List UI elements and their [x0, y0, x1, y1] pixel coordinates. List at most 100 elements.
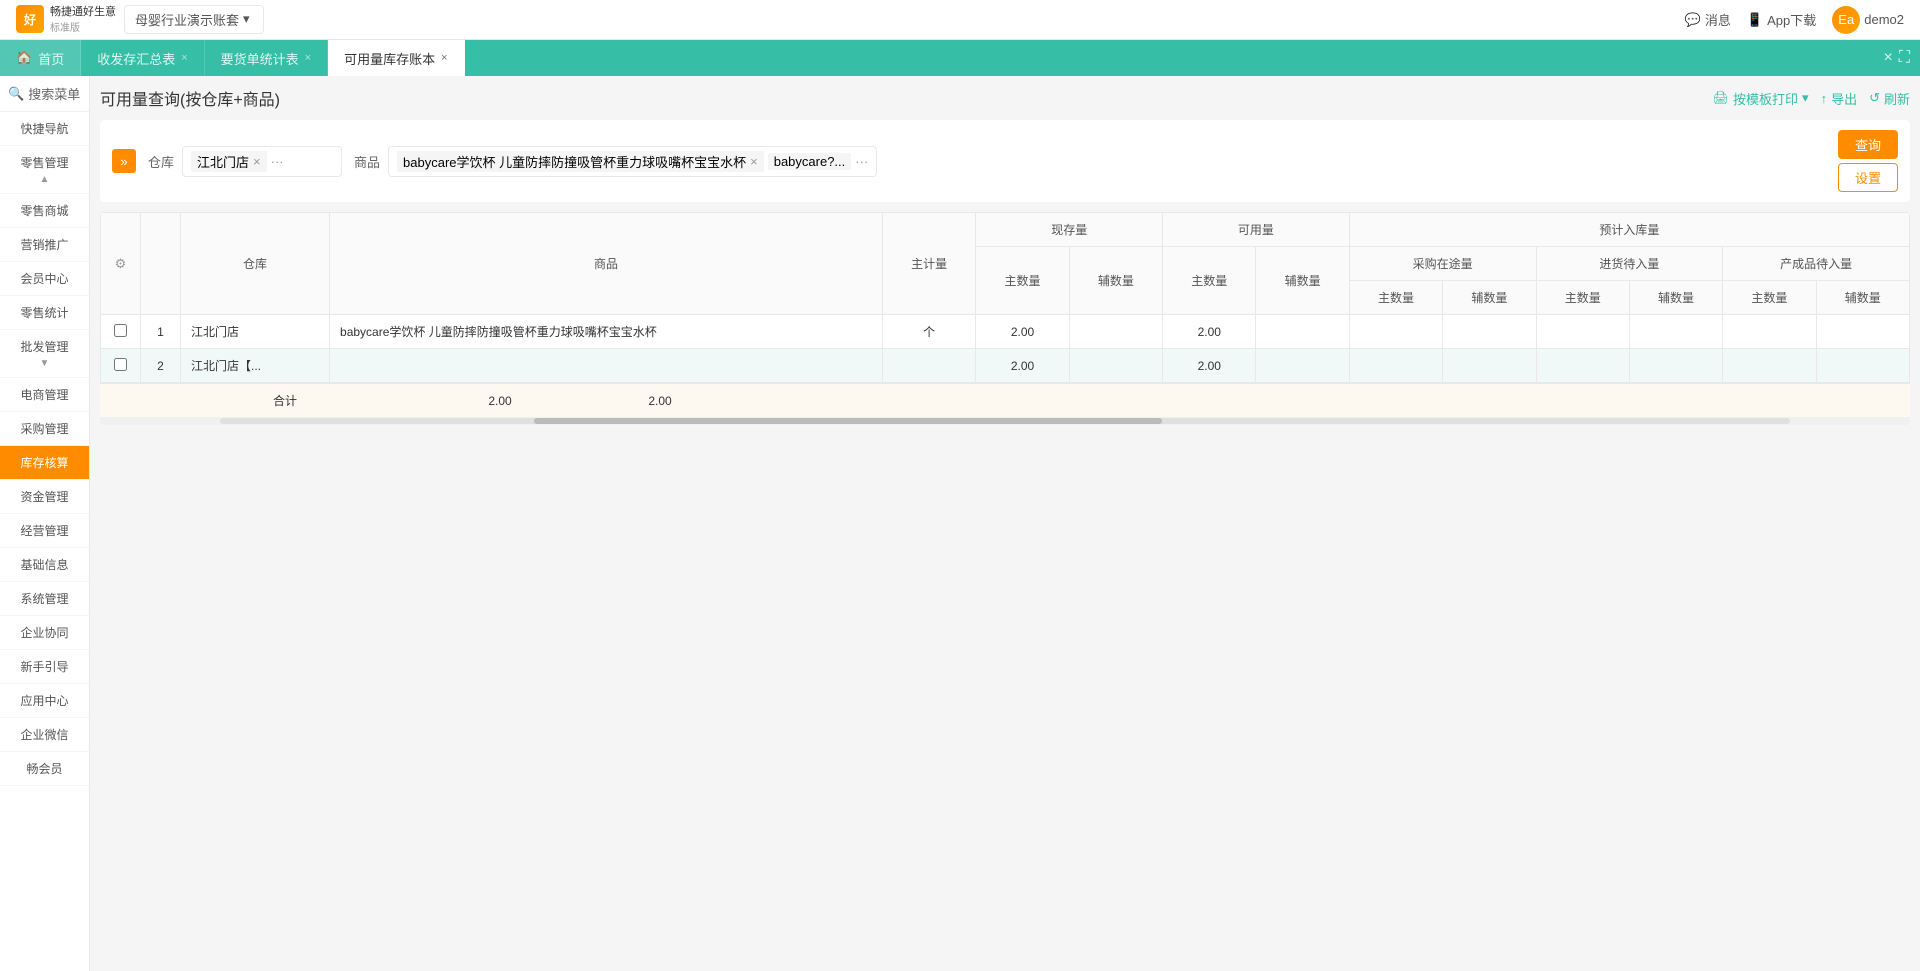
fullscreen-icon[interactable]: ⛶: [1899, 49, 1910, 67]
ecommerce-label: 电商管理: [20, 386, 68, 403]
warehouse-filter-input[interactable]: 江北门店 × ···: [182, 146, 342, 177]
sidebar-item-enterprise-wechat[interactable]: 企业微信: [0, 718, 89, 752]
sidebar-item-member[interactable]: 畅会员: [0, 752, 89, 786]
sidebar-item-finance[interactable]: 资金管理: [0, 480, 89, 514]
sidebar-item-ops-mgmt[interactable]: 经营管理: [0, 514, 89, 548]
warehouse-filter-dots[interactable]: ···: [271, 154, 284, 169]
logo-title: 畅捷通好生意: [50, 5, 116, 19]
cell-checkbox[interactable]: [101, 315, 141, 349]
sidebar-item-new-guide[interactable]: 新手引导: [0, 650, 89, 684]
col-incoming-main-header: 主数量: [1536, 281, 1629, 315]
cell-stock-aux: [1069, 349, 1162, 383]
goods-filter-tag2: babycare?...: [768, 153, 852, 170]
nav-tabs-bar: 🏠 首页 收发存汇总表 × 要货单统计表 × 可用量库存账本 × × ⛶: [0, 40, 1920, 76]
scroll-bar-thumb[interactable]: [534, 418, 1162, 424]
sidebar-item-marketing[interactable]: 营销推广: [0, 228, 89, 262]
export-btn[interactable]: ↑ 导出: [1821, 89, 1858, 108]
app-download-label: App下载: [1767, 10, 1816, 29]
sidebar-item-purchase-mgmt[interactable]: 采购管理: [0, 412, 89, 446]
sidebar-item-retail-stats[interactable]: 零售统计: [0, 296, 89, 330]
main-layout: 🔍 搜索菜单 快捷导航 零售管理 ▲ 零售商城 营销推广 会员中心 零售统计 批…: [0, 76, 1920, 971]
goods-filter-input[interactable]: babycare学饮杯 儿童防摔防撞吸管杯重力球吸嘴杯宝宝水杯 × babyca…: [388, 146, 877, 177]
tab-available-stock[interactable]: 可用量库存账本 ×: [328, 40, 464, 76]
col-stock-aux-header: 辅数量: [1069, 247, 1162, 315]
table-row: 1 江北门店 babycare学饮杯 儿童防摔防撞吸管杯重力球吸嘴杯宝宝水杯 个…: [101, 315, 1910, 349]
tab-order-summary[interactable]: 要货单统计表 ×: [205, 40, 328, 76]
user-area[interactable]: Ea demo2: [1832, 6, 1904, 34]
tab-home[interactable]: 🏠 首页: [0, 40, 81, 76]
col-warehouse-header: 仓库: [181, 213, 330, 315]
cell-production-aux: [1816, 315, 1909, 349]
industry-label: 母婴行业演示账套: [135, 10, 239, 29]
sidebar-search-label: 搜索菜单: [28, 84, 80, 103]
close-all-icon[interactable]: ×: [1883, 49, 1892, 67]
message-btn[interactable]: 💬 消息: [1685, 10, 1731, 29]
warehouse-tag-remove[interactable]: ×: [253, 154, 261, 169]
cell-purchase-main: [1349, 315, 1442, 349]
enterprise-wechat-label: 企业微信: [20, 726, 68, 743]
tab-order-summary-label: 要货单统计表: [221, 49, 299, 68]
content-area: 可用量查询(按仓库+商品) 🖨 按模板打印 ▾ ↑ 导出 ↺ 刷新: [90, 76, 1920, 971]
refresh-btn[interactable]: ↺ 刷新: [1869, 89, 1910, 108]
goods-filter-label: 商品: [354, 152, 380, 171]
goods-filter-group: 商品 babycare学饮杯 儿童防摔防撞吸管杯重力球吸嘴杯宝宝水杯 × bab…: [354, 146, 877, 177]
tab-receive-send[interactable]: 收发存汇总表 ×: [81, 40, 204, 76]
chevron-icon-wholesale: ▼: [40, 358, 50, 369]
sidebar-item-member-center[interactable]: 会员中心: [0, 262, 89, 296]
col-available-aux-header: 辅数量: [1256, 247, 1349, 315]
goods-tag1-remove[interactable]: ×: [750, 154, 758, 169]
col-incoming-group-header: 进货待入量: [1536, 247, 1723, 281]
sidebar-item-inventory[interactable]: 库存核算: [0, 446, 89, 480]
table-settings-icon[interactable]: ⚙: [115, 256, 127, 271]
filter-expand-btn[interactable]: »: [112, 149, 136, 173]
industry-selector[interactable]: 母婴行业演示账套 ▾: [124, 5, 264, 34]
print-btn[interactable]: 🖨 按模板打印 ▾: [1713, 89, 1809, 108]
sidebar-item-quick-nav[interactable]: 快捷导航: [0, 112, 89, 146]
cell-purchase-aux: [1443, 315, 1536, 349]
sidebar-item-ecommerce[interactable]: 电商管理: [0, 378, 89, 412]
scroll-bar-track[interactable]: [220, 418, 1790, 424]
goods-filter-tag1: babycare学饮杯 儿童防摔防撞吸管杯重力球吸嘴杯宝宝水杯 ×: [397, 151, 764, 172]
sidebar-item-basic-info[interactable]: 基础信息: [0, 548, 89, 582]
print-icon: 🖨: [1713, 90, 1730, 106]
query-button[interactable]: 查询: [1838, 130, 1898, 159]
sidebar-item-retail-mgmt[interactable]: 零售管理 ▲: [0, 146, 89, 194]
tab-order-summary-close[interactable]: ×: [305, 52, 311, 64]
tab-bar-end: × ⛶: [1883, 40, 1920, 76]
cell-incoming-main: [1536, 315, 1629, 349]
table-header-row1: ⚙ 仓库 商品 主计量 现存量 可用量 预计入库量: [101, 213, 1910, 247]
sidebar-item-enterprise[interactable]: 企业协同: [0, 616, 89, 650]
tab-receive-send-close[interactable]: ×: [181, 52, 187, 64]
retail-mgmt-label: 零售管理: [20, 154, 68, 171]
refresh-icon: ↺: [1869, 90, 1880, 106]
footer-stock-main: 2.00: [460, 394, 540, 408]
tab-available-stock-close[interactable]: ×: [441, 52, 447, 64]
sidebar-item-system-mgmt[interactable]: 系统管理: [0, 582, 89, 616]
cell-goods: babycare学饮杯 儿童防摔防撞吸管杯重力球吸嘴杯宝宝水杯: [330, 315, 883, 349]
cell-available-aux: [1256, 349, 1349, 383]
tab-receive-send-label: 收发存汇总表: [97, 49, 175, 68]
cell-stock-main: 2.00: [976, 315, 1069, 349]
cell-purchase-main: [1349, 349, 1442, 383]
sidebar-item-app-center[interactable]: 应用中心: [0, 684, 89, 718]
sidebar-search[interactable]: 🔍 搜索菜单: [0, 76, 89, 112]
goods-tag-value1: babycare学饮杯 儿童防摔防撞吸管杯重力球吸嘴杯宝宝水杯: [403, 152, 746, 171]
page-header: 可用量查询(按仓库+商品) 🖨 按模板打印 ▾ ↑ 导出 ↺ 刷新: [100, 86, 1910, 110]
cell-checkbox[interactable]: [101, 349, 141, 383]
data-table: ⚙ 仓库 商品 主计量 现存量 可用量 预计入库量 主数量 辅数量 主数量: [100, 212, 1910, 383]
cell-incoming-aux: [1629, 349, 1722, 383]
settings-button[interactable]: 设置: [1838, 163, 1898, 192]
goods-filter-dots[interactable]: ···: [855, 154, 868, 169]
warehouse-tag-value: 江北门店: [197, 152, 249, 171]
warehouse-filter-tag: 江北门店 ×: [191, 151, 267, 172]
basic-info-label: 基础信息: [20, 556, 68, 573]
message-label: 消息: [1705, 10, 1731, 29]
chevron-down-icon: ▾: [243, 11, 250, 27]
cell-num: 2: [141, 349, 181, 383]
col-settings-header[interactable]: ⚙: [101, 213, 141, 315]
retail-mall-label: 零售商城: [20, 202, 68, 219]
app-download-btn[interactable]: 📱 App下载: [1747, 10, 1816, 29]
sidebar-item-wholesale-mgmt[interactable]: 批发管理 ▼: [0, 330, 89, 378]
search-icon: 🔍: [8, 86, 24, 102]
sidebar-item-retail-mall[interactable]: 零售商城: [0, 194, 89, 228]
